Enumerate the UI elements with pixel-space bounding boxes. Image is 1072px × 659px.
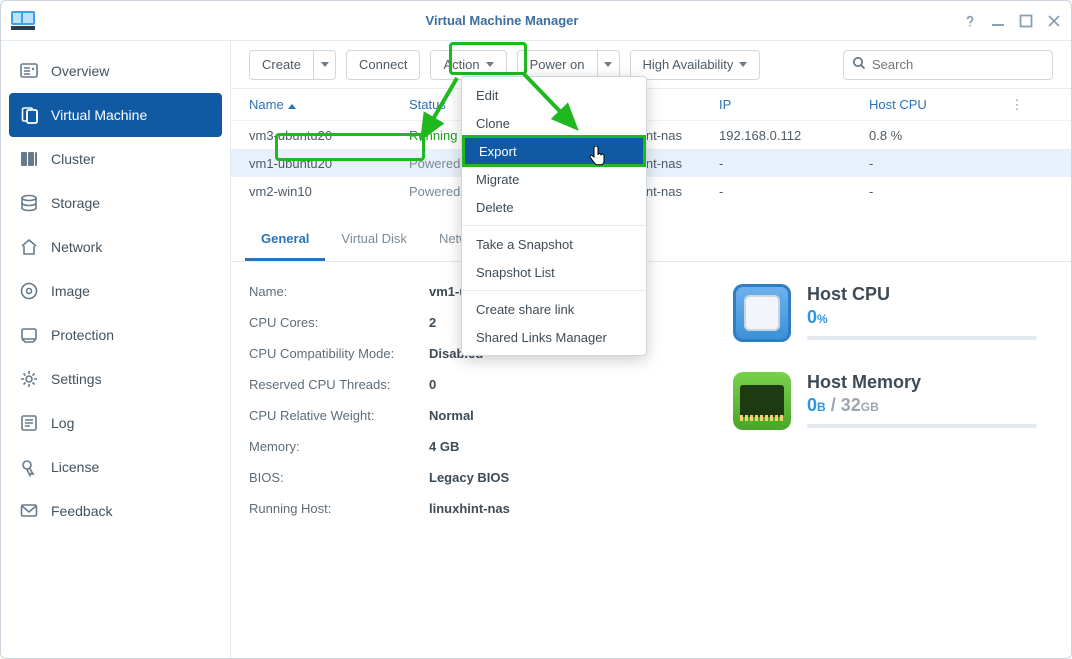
cell-name: vm1-ubuntu20 [249,156,409,171]
close-icon[interactable] [1047,14,1061,28]
log-icon [19,413,39,433]
app-icon [11,11,35,31]
vm-icon [19,105,39,125]
sidebar-item-overview[interactable]: Overview [9,49,222,93]
cell-cpu: - [869,184,1009,199]
search-icon [852,56,866,73]
image-icon [19,281,39,301]
col-name[interactable]: Name [249,97,409,112]
tab-general[interactable]: General [245,221,325,261]
sidebar-item-image[interactable]: Image [9,269,222,313]
create-caret[interactable] [314,50,336,80]
sidebar-item-label: Protection [51,327,114,343]
cell-ip: - [719,184,869,199]
create-button[interactable]: Create [249,50,314,80]
columns-menu-icon[interactable]: ⋮ [1009,97,1025,113]
menu-item-edit[interactable]: Edit [462,81,646,109]
license-icon [19,457,39,477]
sidebar-item-settings[interactable]: Settings [9,357,222,401]
settings-icon [19,369,39,389]
sidebar-item-storage[interactable]: Storage [9,181,222,225]
col-ip[interactable]: IP [719,97,869,112]
col-hostcpu[interactable]: Host CPU [869,97,1009,112]
table-row[interactable]: vm3-ubuntu20 Running linuxhint-nas 192.1… [231,121,1071,149]
action-button[interactable]: Action [430,50,506,80]
minimize-icon[interactable] [991,14,1005,28]
connect-button[interactable]: Connect [346,50,420,80]
cell-name: vm2-win10 [249,184,409,199]
menu-item-snapshot[interactable]: Take a Snapshot [462,230,646,258]
menu-item-export[interactable]: Export [462,135,646,167]
cell-ip: - [719,156,869,171]
window-title: Virtual Machine Manager [426,13,579,28]
menu-item-snaplist[interactable]: Snapshot List [462,258,646,286]
metric-title: Host CPU [807,284,1037,305]
sidebar-item-virtual-machine[interactable]: Virtual Machine [9,93,222,137]
action-menu: Edit Clone Export Migrate Delete Take a … [461,76,647,356]
cluster-icon [19,149,39,169]
menu-item-clone[interactable]: Clone [462,109,646,137]
table-header: Name Status Host IP Host CPU ⋮ [231,89,1071,121]
tab-virtual-disk[interactable]: Virtual Disk [325,221,423,261]
sidebar-item-log[interactable]: Log [9,401,222,445]
metric-host-memory: Host Memory 0B / 32GB [733,372,1053,430]
cell-ip: 192.168.0.112 [719,128,869,143]
help-icon[interactable] [963,14,977,28]
menu-item-sharelink[interactable]: Create share link [462,295,646,323]
poweron-button-split[interactable]: Power on [517,50,620,80]
overview-icon [19,61,39,81]
ha-button[interactable]: High Availability [630,50,761,80]
cell-cpu: 0.8 % [869,128,1009,143]
memory-icon [733,372,791,430]
sidebar-item-license[interactable]: License [9,445,222,489]
feedback-icon [19,501,39,521]
sidebar-item-label: Cluster [51,151,95,167]
sidebar-item-cluster[interactable]: Cluster [9,137,222,181]
poweron-caret[interactable] [598,50,620,80]
cell-name: vm3-ubuntu20 [249,128,409,143]
search-input[interactable] [872,57,1044,72]
menu-item-delete[interactable]: Delete [462,193,646,221]
sidebar-item-label: Network [51,239,102,255]
poweron-button[interactable]: Power on [517,50,598,80]
sidebar-item-label: Image [51,283,90,299]
search-box[interactable] [843,50,1053,80]
sidebar-item-label: Log [51,415,74,431]
menu-item-migrate[interactable]: Migrate [462,165,646,193]
network-icon [19,237,39,257]
sidebar-item-label: Virtual Machine [51,107,147,123]
menu-item-sharedmgr[interactable]: Shared Links Manager [462,323,646,351]
metric-host-cpu: Host CPU 0% [733,284,1053,342]
table-row[interactable]: vm2-win10 Powered off linuxhint-nas - - [231,177,1071,205]
maximize-icon[interactable] [1019,14,1033,28]
sidebar-item-label: Overview [51,63,109,79]
table-row[interactable]: vm1-ubuntu20 Powered off linuxhint-nas -… [231,149,1071,177]
cell-cpu: - [869,156,1009,171]
protection-icon [19,325,39,345]
sidebar-item-label: Storage [51,195,100,211]
metric-title: Host Memory [807,372,1037,393]
storage-icon [19,193,39,213]
cpu-icon [733,284,791,342]
sidebar-item-protection[interactable]: Protection [9,313,222,357]
cursor-pointer-icon [588,146,606,171]
sidebar-item-feedback[interactable]: Feedback [9,489,222,533]
sidebar-item-network[interactable]: Network [9,225,222,269]
sidebar-item-label: Settings [51,371,102,387]
sidebar-item-label: Feedback [51,503,112,519]
sidebar-item-label: License [51,459,99,475]
create-button-split[interactable]: Create [249,50,336,80]
